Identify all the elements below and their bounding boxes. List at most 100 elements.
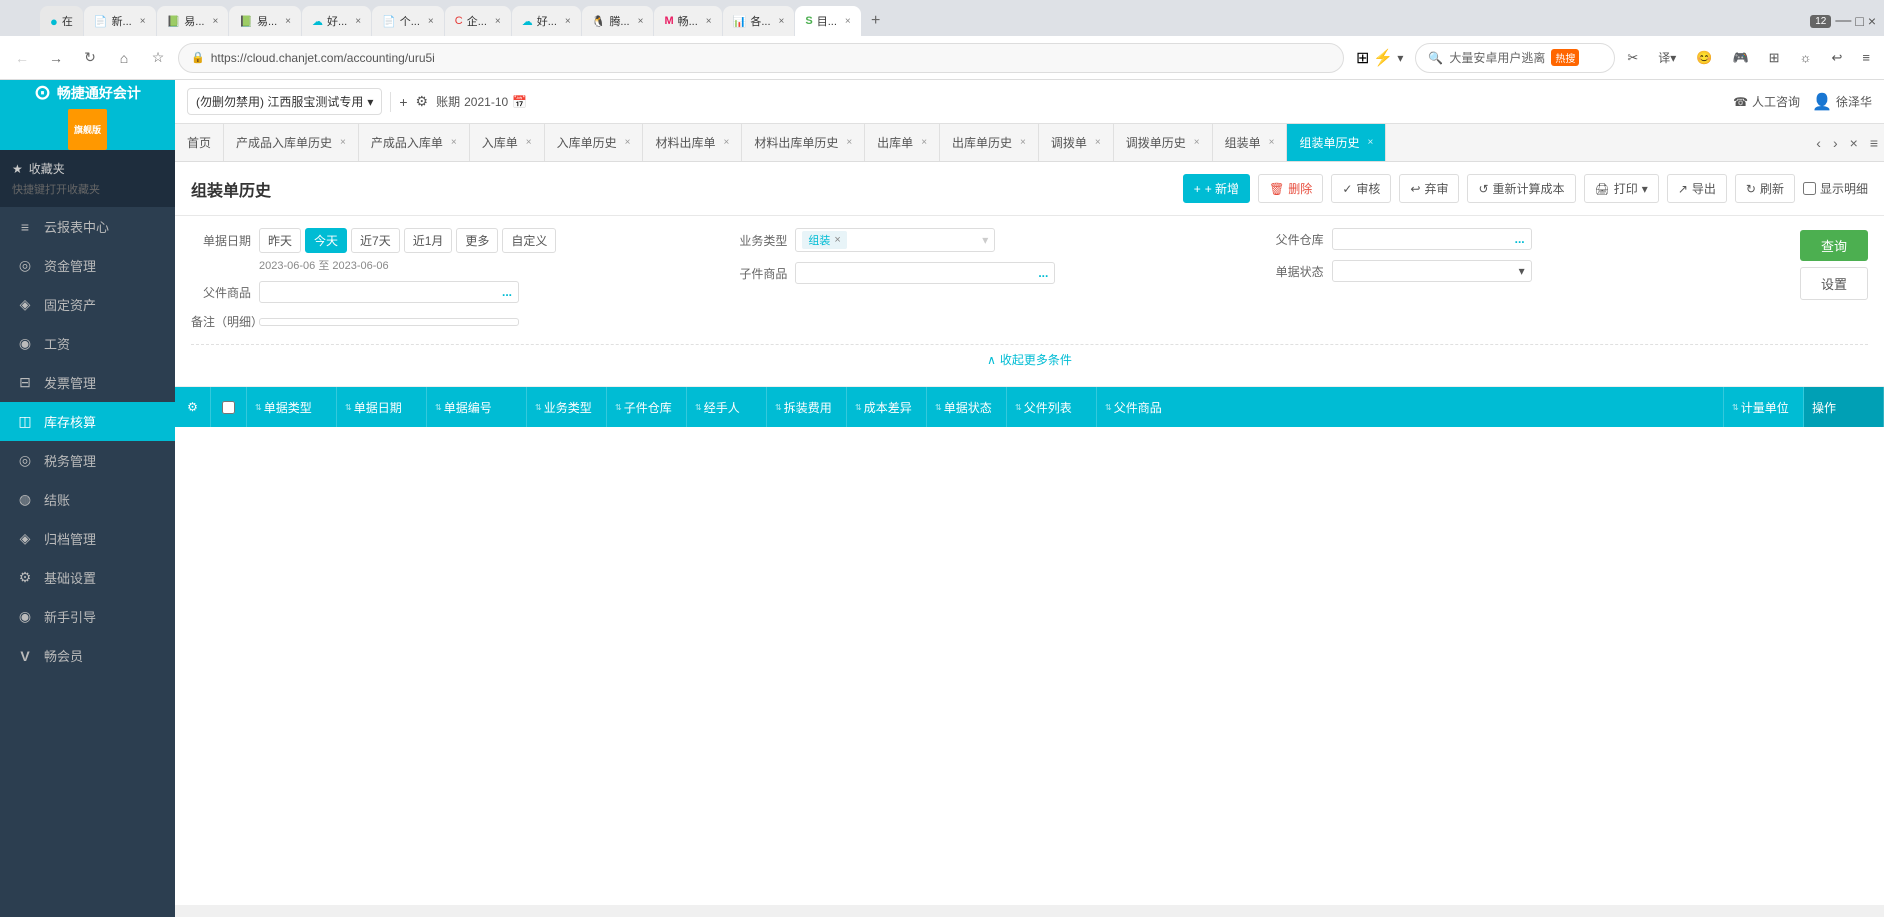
tabs-menu-button[interactable]: ≡ <box>1864 135 1884 151</box>
page-tab-transfer[interactable]: 调拨单 × <box>1039 124 1114 162</box>
warehouse-input[interactable]: ... <box>1332 228 1532 250</box>
tab-3[interactable]: 📗 易... × <box>157 6 229 36</box>
page-tab-inbound[interactable]: 入库单 × <box>470 124 545 162</box>
sidebar-item-guide[interactable]: ◉ 新手引导 <box>0 597 175 636</box>
service-button[interactable]: ☎ 人工咨询 <box>1733 93 1800 110</box>
custom-btn[interactable]: 自定义 <box>502 228 556 253</box>
sidebar-item-close[interactable]: ◍ 结账 <box>0 480 175 519</box>
game-tool[interactable]: 🎮 <box>1726 48 1754 68</box>
home-button[interactable]: ⌂ <box>110 44 138 72</box>
add-company-button[interactable]: + <box>399 94 407 110</box>
tab-close-icon[interactable]: × <box>1095 137 1101 148</box>
back-button[interactable]: ← <box>8 44 36 72</box>
status-select[interactable]: ▾ <box>1332 260 1532 282</box>
tab-close-icon[interactable]: × <box>1367 137 1373 148</box>
recalc-button[interactable]: ↺ 重新计算成本 <box>1467 174 1575 203</box>
page-tab-outbound[interactable]: 出库单 × <box>865 124 940 162</box>
tab-11[interactable]: 📊 各... × <box>723 6 795 36</box>
page-tab-finished-history[interactable]: 产成品入库单历史 × <box>224 124 359 162</box>
company-selector[interactable]: (勿删勿禁用) 江西服宝测试专用 ▾ <box>187 88 382 115</box>
chevron-down-icon[interactable]: ▾ <box>1397 51 1403 65</box>
brightness-tool[interactable]: ☼ <box>1794 48 1818 67</box>
tabs-close-button[interactable]: × <box>1844 135 1864 151</box>
minimize-button[interactable]: — <box>1835 12 1851 30</box>
tab-close-icon[interactable]: × <box>1194 137 1200 148</box>
tab-close-icon[interactable]: × <box>526 137 532 148</box>
child-goods-dots[interactable]: ... <box>1038 266 1048 280</box>
emoji-tool[interactable]: 😊 <box>1690 48 1718 68</box>
set-button[interactable]: 设置 <box>1800 267 1868 300</box>
user-info[interactable]: 👤 徐泽华 <box>1812 92 1872 112</box>
page-tab-transfer-history[interactable]: 调拨单历史 × <box>1114 124 1213 162</box>
tab-10[interactable]: M 畅... × <box>654 6 721 36</box>
scissors-tool[interactable]: ✂ <box>1621 48 1644 68</box>
notes-input[interactable] <box>259 318 519 326</box>
tab-close-icon[interactable]: × <box>1269 137 1275 148</box>
sidebar-item-tax[interactable]: ◎ 税务管理 <box>0 441 175 480</box>
horizontal-scrollbar[interactable] <box>175 905 1884 917</box>
th-parent-list[interactable]: ⇅ 父件列表 <box>1007 387 1097 427</box>
tab-7[interactable]: C 企... × <box>445 6 511 36</box>
warehouse-dots[interactable]: ... <box>1515 232 1525 246</box>
sidebar-item-assets[interactable]: ◈ 固定资产 <box>0 285 175 324</box>
display-detail-checkbox[interactable] <box>1803 182 1816 195</box>
favorites-title[interactable]: ★ 收藏夹 <box>12 160 163 177</box>
abandon-button[interactable]: ↩ 弃审 <box>1399 174 1459 203</box>
maximize-button[interactable]: □ <box>1855 13 1863 29</box>
page-tab-assembly[interactable]: 组装单 × <box>1213 124 1288 162</box>
new-tab-button[interactable]: + <box>862 7 890 35</box>
th-checkbox[interactable] <box>211 387 247 427</box>
export-button[interactable]: ↗ 导出 <box>1667 174 1727 203</box>
refresh-button[interactable]: ↻ 刷新 <box>1735 174 1795 203</box>
th-type[interactable]: ⇅ 单据类型 <box>247 387 337 427</box>
th-warehouse[interactable]: ⇅ 子件仓库 <box>607 387 687 427</box>
tab-close-icon[interactable]: × <box>340 137 346 148</box>
th-date[interactable]: ⇅ 单据日期 <box>337 387 427 427</box>
page-tab-material-out-history[interactable]: 材料出库单历史 × <box>742 124 865 162</box>
biz-type-input[interactable]: 组装 × ▾ <box>795 228 995 252</box>
page-tab-assembly-history[interactable]: 组装单历史 × <box>1287 124 1386 162</box>
th-parent-goods[interactable]: ⇅ 父件商品 <box>1097 387 1724 427</box>
page-tab-material-out[interactable]: 材料出库单 × <box>643 124 742 162</box>
sidebar-item-archive[interactable]: ◈ 归档管理 <box>0 519 175 558</box>
tab-8[interactable]: ☁ 好... × <box>512 6 581 36</box>
tab-9[interactable]: 🐧 腾... × <box>582 6 654 36</box>
page-tab-outbound-history[interactable]: 出库单历史 × <box>940 124 1039 162</box>
undo-tool[interactable]: ↩ <box>1826 48 1849 68</box>
th-biz[interactable]: ⇅ 业务类型 <box>527 387 607 427</box>
tab-6[interactable]: 📄 个... × <box>372 6 444 36</box>
biz-dropdown-icon[interactable]: ▾ <box>982 233 988 247</box>
page-tab-inbound-history[interactable]: 入库单历史 × <box>545 124 644 162</box>
reload-button[interactable]: ↻ <box>76 44 104 72</box>
tab-close-icon[interactable]: × <box>1020 137 1026 148</box>
th-number[interactable]: ⇅ 单据编号 <box>427 387 527 427</box>
sidebar-item-settings[interactable]: ⚙ 基础设置 <box>0 558 175 597</box>
print-button[interactable]: 🖨 打印 ▾ <box>1584 174 1659 203</box>
sidebar-item-reports[interactable]: ≡ 云报表中心 <box>0 207 175 246</box>
tab-5[interactable]: ☁ 好... × <box>302 6 371 36</box>
biz-type-tag-remove[interactable]: × <box>834 234 840 246</box>
tab-4[interactable]: 📗 易... × <box>229 6 301 36</box>
tab-12[interactable]: S 目... × <box>795 6 860 36</box>
today-btn[interactable]: 今天 <box>305 228 347 253</box>
tabs-right-button[interactable]: › <box>1827 135 1844 151</box>
tab-close-icon[interactable]: × <box>723 137 729 148</box>
settings-button[interactable]: ⚙ <box>416 93 429 110</box>
page-tab-home[interactable]: 首页 <box>175 124 224 162</box>
display-detail-checkbox-label[interactable]: 显示明细 <box>1803 180 1868 197</box>
th-cost[interactable]: ⇅ 拆装费用 <box>767 387 847 427</box>
forward-button[interactable]: → <box>42 44 70 72</box>
tab-close-icon[interactable]: × <box>921 137 927 148</box>
tab-close-icon[interactable]: × <box>846 137 852 148</box>
menu-tool[interactable]: ≡ <box>1856 48 1876 67</box>
tab-close-icon[interactable]: × <box>451 137 457 148</box>
address-bar[interactable]: 🔒 https://cloud.chanjet.com/accounting/u… <box>178 43 1344 73</box>
th-settings[interactable]: ⚙ <box>175 387 211 427</box>
sidebar-item-salary[interactable]: ◉ 工资 <box>0 324 175 363</box>
more-btn[interactable]: 更多 <box>456 228 498 253</box>
bookmark-button[interactable]: ☆ <box>144 44 172 72</box>
sidebar-item-vip[interactable]: V 畅会员 <box>0 636 175 675</box>
tab-1[interactable]: ● 在 <box>40 6 83 36</box>
th-handler[interactable]: ⇅ 经手人 <box>687 387 767 427</box>
query-button[interactable]: 查询 <box>1800 230 1868 261</box>
